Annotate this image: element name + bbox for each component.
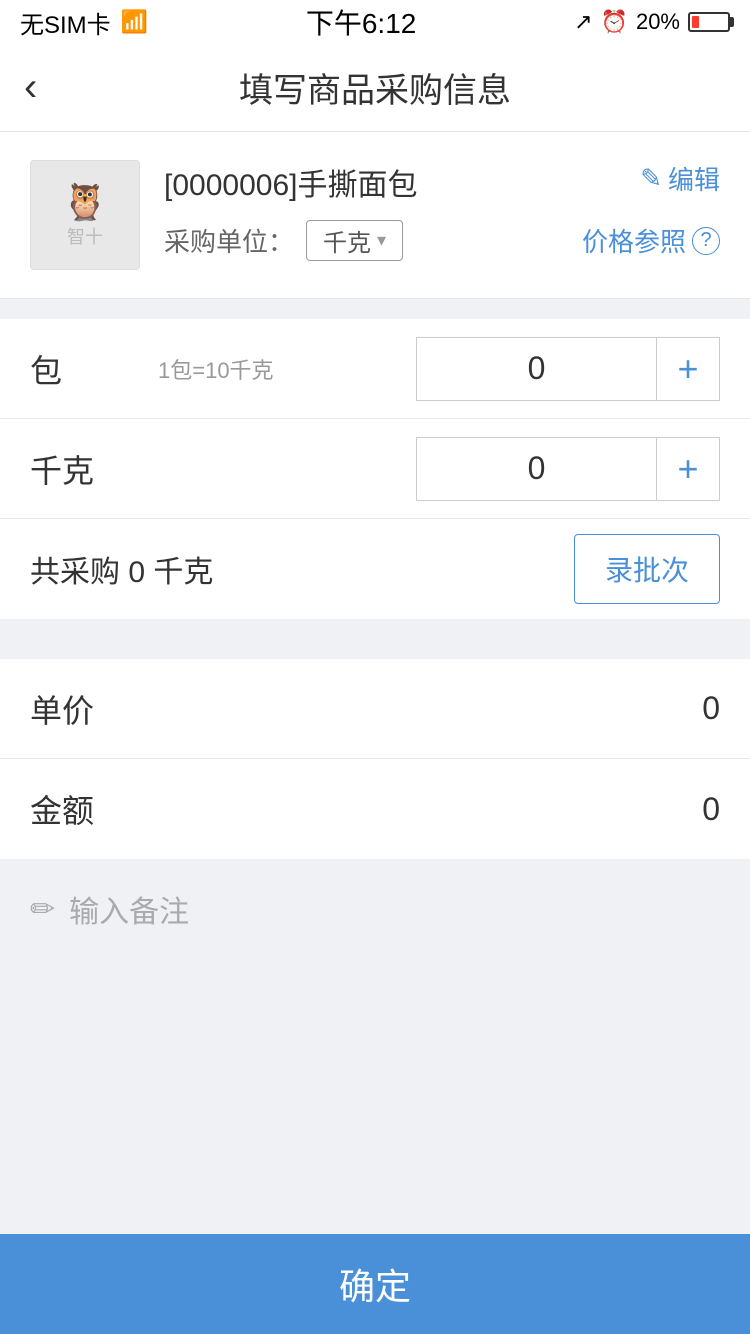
summary-row: 共采购 0 千克 录批次 xyxy=(0,519,750,619)
product-card: 🦉 智十 [0000006]手撕面包 ✎ 编辑 采购单位： 千克 ▾ 价格参照 … xyxy=(0,132,750,299)
divider-1 xyxy=(0,299,750,319)
price-ref-button[interactable]: 价格参照 ? xyxy=(582,222,720,259)
empty-area xyxy=(0,959,750,1279)
product-image: 🦉 智十 xyxy=(30,160,140,270)
price-ref-label: 价格参照 xyxy=(582,222,686,259)
status-time: 下午6:12 xyxy=(306,2,417,42)
amount-value: 0 xyxy=(702,791,720,828)
note-placeholder: 输入备注 xyxy=(69,887,189,931)
wifi-icon: 📶 xyxy=(121,9,148,35)
package-input-control: + xyxy=(416,337,720,401)
package-row: 包 1包=10千克 + xyxy=(0,319,750,419)
status-left: 无SIM卡 📶 xyxy=(20,5,148,40)
back-button[interactable]: ‹ xyxy=(24,65,37,110)
status-right: ↗ ⏰ 20% xyxy=(574,9,730,35)
package-sub-label: 1包=10千克 xyxy=(158,353,416,385)
product-info: [0000006]手撕面包 ✎ 编辑 采购单位： 千克 ▾ 价格参照 ? xyxy=(164,160,720,261)
purchase-unit-label: 采购单位： xyxy=(164,222,294,259)
edit-icon: ✎ xyxy=(640,163,662,194)
amount-row: 金额 0 xyxy=(0,759,750,859)
divider-2 xyxy=(0,619,750,639)
package-quantity-input[interactable] xyxy=(416,337,656,401)
kilogram-input-control: + xyxy=(416,437,720,501)
confirm-label: 确定 xyxy=(339,1258,411,1310)
brand-text: 智十 xyxy=(67,223,103,249)
kilogram-label: 千克 xyxy=(30,446,150,492)
unit-price-label: 单价 xyxy=(30,686,94,732)
sim-text: 无SIM卡 xyxy=(20,5,111,40)
battery-fill xyxy=(692,16,699,28)
kilogram-row: 千克 + xyxy=(0,419,750,519)
location-icon: ↗ xyxy=(574,9,592,35)
product-top-row: [0000006]手撕面包 ✎ 编辑 xyxy=(164,160,720,220)
note-section[interactable]: ✏ 输入备注 xyxy=(0,859,750,959)
amount-label: 金额 xyxy=(30,786,94,832)
nav-bar: ‹ 填写商品采购信息 xyxy=(0,44,750,132)
status-bar: 无SIM卡 📶 下午6:12 ↗ ⏰ 20% xyxy=(0,0,750,44)
kilogram-plus-button[interactable]: + xyxy=(656,437,720,501)
package-plus-button[interactable]: + xyxy=(656,337,720,401)
unit-selector[interactable]: 千克 ▾ xyxy=(306,220,403,261)
purchase-unit: 采购单位： 千克 ▾ xyxy=(164,220,403,261)
unit-price-row: 单价 0 xyxy=(0,659,750,759)
kilogram-quantity-input[interactable] xyxy=(416,437,656,501)
product-image-inner: 🦉 智十 xyxy=(63,181,108,249)
edit-label: 编辑 xyxy=(668,160,720,197)
battery-percent: 20% xyxy=(636,9,680,35)
help-icon: ? xyxy=(692,227,720,255)
product-meta: 采购单位： 千克 ▾ 价格参照 ? xyxy=(164,220,720,261)
alarm-icon: ⏰ xyxy=(601,9,628,35)
battery-icon xyxy=(688,12,730,32)
page-title: 填写商品采购信息 xyxy=(239,63,511,112)
unit-dropdown-icon: ▾ xyxy=(377,230,386,251)
price-section: 单价 0 金额 0 xyxy=(0,659,750,859)
edit-button[interactable]: ✎ 编辑 xyxy=(640,160,720,197)
unit-value: 千克 xyxy=(323,223,371,258)
product-name: [0000006]手撕面包 xyxy=(164,160,417,204)
summary-text: 共采购 0 千克 xyxy=(30,547,213,591)
package-label: 包 xyxy=(30,346,150,392)
batch-button[interactable]: 录批次 xyxy=(574,534,720,604)
package-input-section: 包 1包=10千克 + 千克 + 共采购 0 千克 录批次 xyxy=(0,319,750,619)
confirm-button[interactable]: 确定 xyxy=(0,1234,750,1334)
pencil-icon: ✏ xyxy=(30,892,55,927)
unit-price-value: 0 xyxy=(702,690,720,727)
owl-icon: 🦉 xyxy=(63,181,108,223)
